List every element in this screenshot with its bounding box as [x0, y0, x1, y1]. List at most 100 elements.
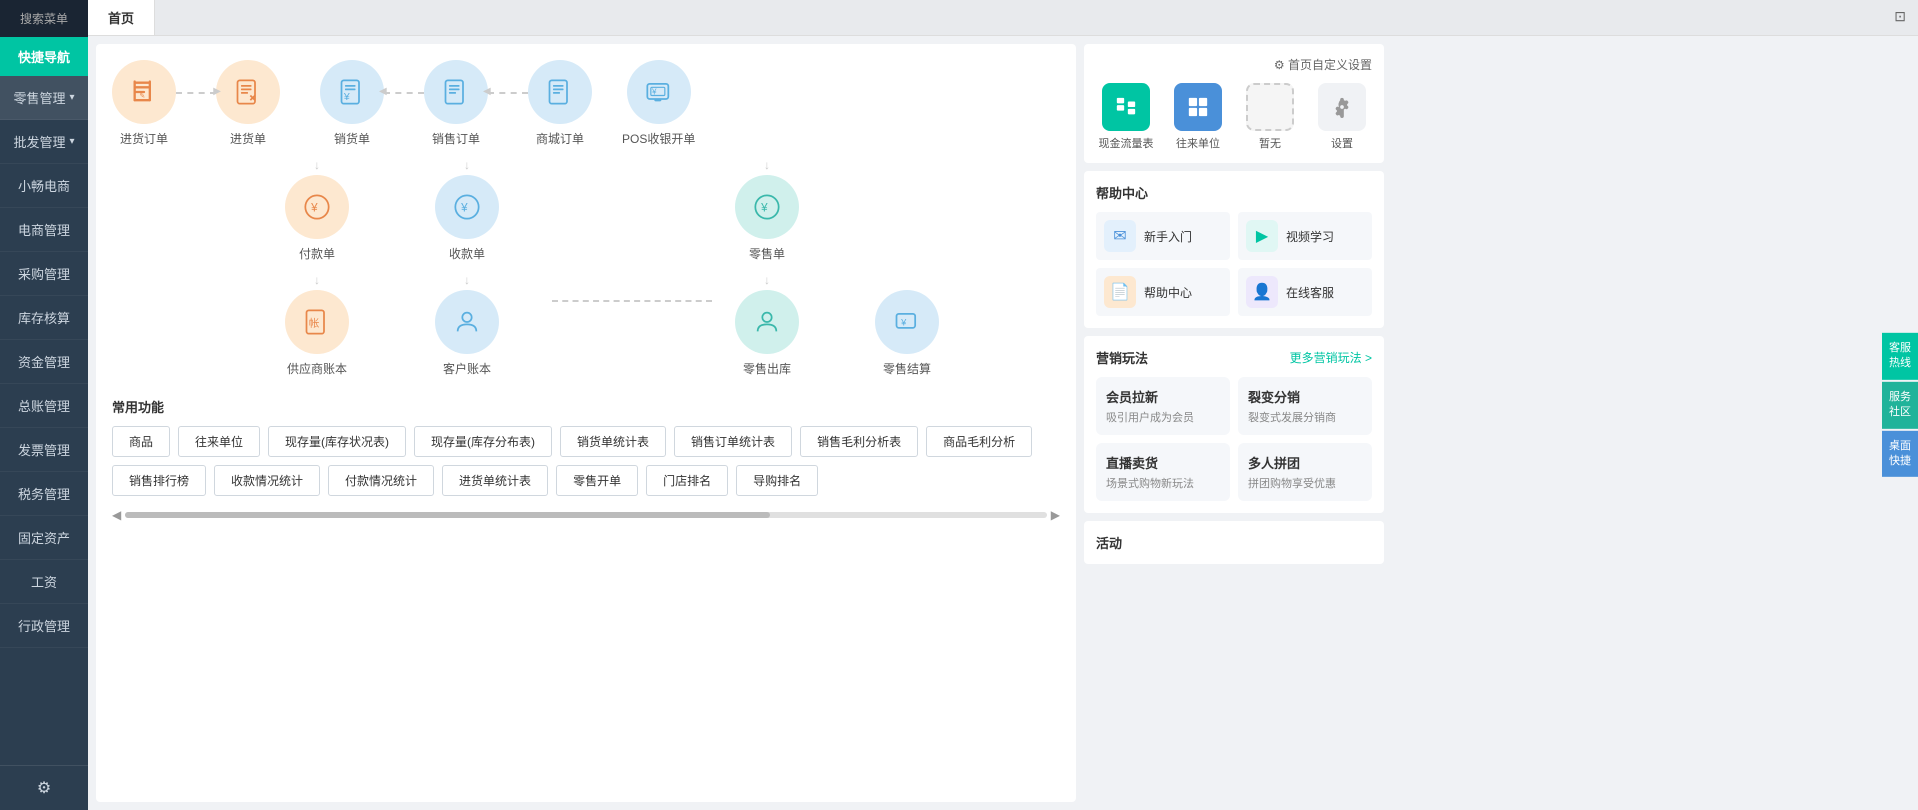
func-btn-gross-profit[interactable]: 销售毛利分析表: [800, 426, 918, 457]
sidebar-item-wholesale[interactable]: 批发管理 ▾: [0, 120, 88, 164]
sidebar-item-funds[interactable]: 资金管理: [0, 340, 88, 384]
help-item-video[interactable]: ▶ 视频学习: [1238, 212, 1372, 260]
sidebar-item-retail[interactable]: 零售管理 ▾: [0, 76, 88, 120]
scroll-track[interactable]: [125, 512, 1047, 518]
wf-circle-purchase[interactable]: [216, 60, 280, 124]
sidebar-item-assets[interactable]: 固定资产: [0, 516, 88, 560]
help-item-beginner[interactable]: ✉ 新手入门: [1096, 212, 1230, 260]
service-icon: 👤: [1246, 276, 1278, 308]
func-btn-store-rank[interactable]: 门店排名: [646, 465, 728, 496]
scrollbar-area: ◀ ▶: [112, 508, 1060, 522]
sidebar-settings-icon[interactable]: ⚙: [0, 766, 88, 810]
homepage-settings-btn[interactable]: ⚙ 首页自定义设置: [1274, 56, 1372, 73]
scroll-left[interactable]: ◀: [112, 508, 121, 522]
marketing-item-live[interactable]: 直播卖货 场景式购物新玩法: [1096, 443, 1230, 501]
partner-label: 往来单位: [1176, 135, 1220, 151]
workflow-row1: ✎ 进货订单 ▶ 进货单: [112, 60, 1060, 147]
right-panel: ⚙ 首页自定义设置 现金流量表 往来单位: [1084, 44, 1384, 802]
wf-circle-retail-settle[interactable]: ¥: [875, 290, 939, 354]
wf-circle-retail-out[interactable]: [735, 290, 799, 354]
help-item-help[interactable]: 📄 帮助中心: [1096, 268, 1230, 316]
quick-nav-card: ⚙ 首页自定义设置 现金流量表 往来单位: [1084, 44, 1384, 163]
svg-text:¥: ¥: [651, 87, 657, 96]
wf-circle-supplier[interactable]: 帐: [285, 290, 349, 354]
tab-home[interactable]: 首页: [88, 0, 155, 35]
live-title: 直播卖货: [1106, 453, 1220, 472]
activity-card: 活动: [1084, 521, 1384, 564]
marketing-item-fission[interactable]: 裂变分销 裂变式发展分销商: [1238, 377, 1372, 435]
func-btn-retail-order[interactable]: 零售开单: [556, 465, 638, 496]
sidebar-item-ledger[interactable]: 总账管理: [0, 384, 88, 428]
live-desc: 场景式购物新玩法: [1106, 475, 1220, 491]
wf-circle-purchase-order[interactable]: ✎: [112, 60, 176, 124]
func-btn-sales-order-stat[interactable]: 销售订单统计表: [674, 426, 792, 457]
sidebar-item-inventory[interactable]: 库存核算: [0, 296, 88, 340]
wf-col-retail-out: ↓ 零售出库: [712, 270, 822, 377]
member-desc: 吸引用户成为会员: [1106, 409, 1220, 425]
sidebar-item-ecommerce-small[interactable]: 小畅电商: [0, 164, 88, 208]
wf-circle-customer[interactable]: [435, 290, 499, 354]
fission-title: 裂变分销: [1248, 387, 1362, 406]
empty-label: 暂无: [1259, 135, 1281, 151]
wf-label-receipt: 收款单: [449, 245, 485, 262]
video-label: 视频学习: [1286, 228, 1334, 245]
func-btn-sales-rank[interactable]: 销售排行榜: [112, 465, 206, 496]
marketing-more-btn[interactable]: 更多营销玩法 >: [1290, 349, 1372, 366]
marketing-item-member[interactable]: 会员拉新 吸引用户成为会员: [1096, 377, 1230, 435]
float-btn-desktop[interactable]: 桌面快捷: [1882, 430, 1918, 477]
main: 首页 ⊡ ✎ 进货订单: [88, 0, 1918, 810]
quick-icon-settings[interactable]: 设置: [1312, 83, 1372, 151]
tab-close[interactable]: ⊡: [1882, 0, 1918, 35]
scroll-right[interactable]: ▶: [1051, 508, 1060, 522]
func-btn-receipt-stat[interactable]: 收款情况统计: [214, 465, 320, 496]
cashflow-label: 现金流量表: [1099, 135, 1154, 151]
common-functions-title: 常用功能: [112, 397, 1060, 416]
wf-label-sale-order: 销售订单: [432, 130, 480, 147]
wf-circle-sale[interactable]: ¥: [320, 60, 384, 124]
quick-icon-cashflow[interactable]: 现金流量表: [1096, 83, 1156, 151]
svg-text:帐: 帐: [309, 317, 320, 330]
wf-circle-payment[interactable]: ¥: [285, 175, 349, 239]
sidebar-item-salary[interactable]: 工资: [0, 560, 88, 604]
quick-icon-partner[interactable]: 往来单位: [1168, 83, 1228, 151]
float-btn-community[interactable]: 服务社区: [1882, 382, 1918, 429]
sidebar-bottom: ⚙: [0, 765, 88, 810]
wf-circle-mall-order[interactable]: [528, 60, 592, 124]
func-btn-payment-stat[interactable]: 付款情况统计: [328, 465, 434, 496]
func-btn-goods-profit[interactable]: 商品毛利分析: [926, 426, 1032, 457]
wf-node-mall-order: 商城订单: [528, 60, 592, 147]
func-btn-partner[interactable]: 往来单位: [178, 426, 260, 457]
sidebar-item-tax[interactable]: 税务管理: [0, 472, 88, 516]
func-btn-sales-stat[interactable]: 销货单统计表: [560, 426, 666, 457]
wf-col-supplier: ↓ 帐 供应商账本: [262, 270, 372, 377]
wf-arrow-3: ◀: [488, 92, 528, 94]
func-btn-stock1[interactable]: 现存量(库存状况表): [268, 426, 406, 457]
wf-circle-sale-order[interactable]: [424, 60, 488, 124]
help-label: 帮助中心: [1144, 284, 1192, 301]
wf-circle-retail[interactable]: ¥: [735, 175, 799, 239]
help-doc-icon: 📄: [1104, 276, 1136, 308]
svg-text:✎: ✎: [139, 93, 145, 100]
func-btn-guide-rank[interactable]: 导购排名: [736, 465, 818, 496]
help-item-service[interactable]: 👤 在线客服: [1238, 268, 1372, 316]
marketing-item-group[interactable]: 多人拼团 拼团购物享受优惠: [1238, 443, 1372, 501]
wf-label-sale: 销货单: [334, 130, 370, 147]
func-btn-goods[interactable]: 商品: [112, 426, 170, 457]
sidebar-item-admin[interactable]: 行政管理: [0, 604, 88, 648]
quick-icon-empty[interactable]: 暂无: [1240, 83, 1300, 151]
wf-circle-pos[interactable]: ¥: [627, 60, 691, 124]
func-btn-stock2[interactable]: 现存量(库存分布表): [414, 426, 552, 457]
wf-label-pos: POS收银开单: [622, 130, 695, 147]
svg-text:¥: ¥: [460, 202, 468, 215]
sidebar-item-ecommerce[interactable]: 电商管理: [0, 208, 88, 252]
sidebar-item-purchase[interactable]: 采购管理: [0, 252, 88, 296]
marketing-card: 营销玩法 更多营销玩法 > 会员拉新 吸引用户成为会员 裂变分销 裂变式发展分销…: [1084, 336, 1384, 513]
func-btn-purchase-stat[interactable]: 进货单统计表: [442, 465, 548, 496]
sidebar-item-invoice[interactable]: 发票管理: [0, 428, 88, 472]
wf-circle-receipt[interactable]: ¥: [435, 175, 499, 239]
help-card: 帮助中心 ✉ 新手入门 ▶ 视频学习 📄 帮助中心 👤: [1084, 171, 1384, 328]
float-btn-service[interactable]: 客服热线: [1882, 333, 1918, 380]
wf-label-purchase-order: 进货订单: [120, 130, 168, 147]
beginner-label: 新手入门: [1144, 228, 1192, 245]
sidebar-search[interactable]: 搜索菜单: [0, 0, 88, 37]
